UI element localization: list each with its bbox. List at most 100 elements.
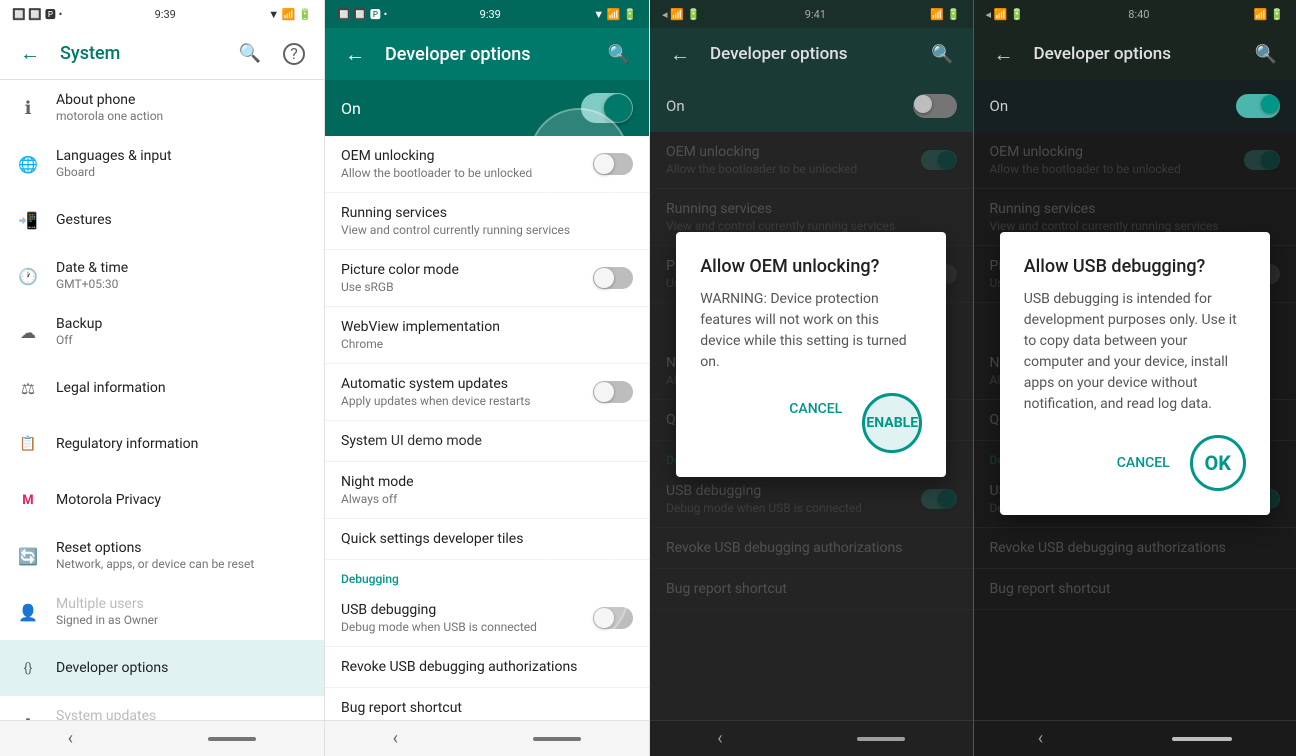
reset-title: Reset options <box>56 539 308 557</box>
status-right-3: 📶 🔋 <box>930 8 960 21</box>
usb-debugging-item[interactable]: USB debugging Debug mode when USB is con… <box>325 590 649 647</box>
dev-on-toggle[interactable] <box>581 93 633 123</box>
status-left-4: ◂ 📶 🔋 <box>986 8 1024 21</box>
usb-dialog-title: Allow USB debugging? <box>1024 256 1246 277</box>
search-button-3[interactable]: 🔍 <box>929 40 957 68</box>
status-right-icons: ▼ 📶 🔋 <box>268 8 312 21</box>
status-left-3: ◂ 📶 🔋 <box>662 8 700 21</box>
sidebar-item-system-updates[interactable]: ⬇ System updates Updated to Android 9 <box>0 696 324 720</box>
night-mode-item[interactable]: Night mode Always off <box>325 462 649 519</box>
status-bar-2: 🔲 🔲 🅿 • 9:39 ▼ 📶 🔋 <box>325 0 649 28</box>
picture-sub: Use sRGB <box>341 280 459 294</box>
nav-back-1[interactable]: ‹ <box>68 728 73 749</box>
app-bar-1: ← System 🔍 ? <box>0 28 324 80</box>
running-title: Running services <box>341 205 633 221</box>
ui-demo-item[interactable]: System UI demo mode <box>325 421 649 462</box>
status-right-4: 📶 🔋 <box>1254 8 1284 21</box>
back-icon-2: ← <box>345 42 365 67</box>
auto-sub: Apply updates when device restarts <box>341 394 530 408</box>
reset-icon: 🔄 <box>16 544 40 568</box>
sidebar-item-reset[interactable]: 🔄 Reset options Network, apps, or device… <box>0 528 324 584</box>
back-button-3[interactable]: ← <box>666 40 694 68</box>
back-button-1[interactable]: ← <box>16 40 44 68</box>
dev-on-row-3[interactable]: On <box>650 80 973 132</box>
webview-title: WebView implementation <box>341 319 633 335</box>
dev-on-label-4: On <box>990 97 1009 115</box>
status-left-2: 🔲 🔲 🅿 • <box>337 6 387 22</box>
nav-back-4[interactable]: ‹ <box>1038 728 1043 749</box>
backup-subtitle: Off <box>56 333 308 349</box>
search-button-2[interactable]: 🔍 <box>605 40 633 68</box>
nav-pill-2 <box>533 737 581 741</box>
search-icon-3: 🔍 <box>931 44 953 65</box>
running-services-item[interactable]: Running services View and control curren… <box>325 193 649 250</box>
nav-bar-2: ‹ <box>325 720 649 756</box>
search-button-1[interactable]: 🔍 <box>236 40 264 68</box>
gestures-title: Gestures <box>56 211 308 229</box>
usb-dialog-body: USB debugging is intended for developmen… <box>1024 289 1246 415</box>
oem-enable-btn[interactable]: Enable <box>862 393 922 453</box>
revoke-item[interactable]: Revoke USB debugging authorizations <box>325 647 649 688</box>
sidebar-item-about-phone[interactable]: ℹ About phone motorola one action <box>0 80 324 136</box>
dev-on-row-4[interactable]: On <box>974 80 1296 132</box>
app-bar-2: ← Developer options 🔍 <box>325 28 649 80</box>
oem-sub: Allow the bootloader to be unlocked <box>341 166 532 180</box>
oem-toggle[interactable] <box>593 153 633 175</box>
back-button-4[interactable]: ← <box>990 40 1018 68</box>
auto-updates-item[interactable]: Automatic system updates Apply updates w… <box>325 364 649 421</box>
quick-settings-item[interactable]: Quick settings developer tiles <box>325 519 649 560</box>
ui-demo-title: System UI demo mode <box>341 433 633 449</box>
nav-pill-1 <box>208 737 256 741</box>
sidebar-item-backup[interactable]: ☁ Backup Off <box>0 304 324 360</box>
datetime-subtitle: GMT+05:30 <box>56 277 308 293</box>
help-button-1[interactable]: ? <box>280 40 308 68</box>
usb-dialog-overlay: Allow USB debugging? USB debugging is in… <box>974 132 1296 720</box>
notification-icons: 🔲 🔲 🅿 • <box>12 6 62 22</box>
dev-on-toggle-3[interactable] <box>913 94 957 118</box>
settings-content-4: OEM unlocking Allow the bootloader to be… <box>974 132 1296 720</box>
sidebar-item-gestures[interactable]: 📲 Gestures <box>0 192 324 248</box>
sidebar-item-datetime[interactable]: 🕐 Date & time GMT+05:30 <box>0 248 324 304</box>
about-phone-subtitle: motorola one action <box>56 109 308 125</box>
nav-back-2[interactable]: ‹ <box>393 728 398 749</box>
picture-toggle[interactable] <box>593 267 633 289</box>
sidebar-item-regulatory[interactable]: 📋 Regulatory information <box>0 416 324 472</box>
night-mode-sub: Always off <box>341 492 633 506</box>
dev-on-toggle-4[interactable] <box>1236 94 1280 118</box>
oem-cancel-btn[interactable]: Cancel <box>777 393 854 453</box>
developer-options-panel-light: 🔲 🔲 🅿 • 9:39 ▼ 📶 🔋 ← Developer options 🔍… <box>325 0 650 756</box>
bug-report-item[interactable]: Bug report shortcut <box>325 688 649 720</box>
legal-icon: ⚖ <box>16 376 40 400</box>
reset-subtitle: Network, apps, or device can be reset <box>56 557 308 573</box>
auto-toggle[interactable] <box>593 381 633 403</box>
sidebar-item-multiple-users[interactable]: 👤 Multiple users Signed in as Owner <box>0 584 324 640</box>
picture-color-item[interactable]: Picture color mode Use sRGB <box>325 250 649 307</box>
settings-content-3: OEM unlocking Allow the bootloader to be… <box>650 132 973 720</box>
back-icon-3: ← <box>670 42 690 67</box>
nav-back-3[interactable]: ‹ <box>717 728 722 749</box>
sidebar-item-developer[interactable]: {} Developer options <box>0 640 324 696</box>
webview-item[interactable]: WebView implementation Chrome <box>325 307 649 364</box>
usb-ok-btn[interactable]: OK <box>1190 435 1246 491</box>
nav-bar-4: ‹ <box>974 720 1296 756</box>
search-button-4[interactable]: 🔍 <box>1252 40 1280 68</box>
datetime-title: Date & time <box>56 259 308 277</box>
datetime-icon: 🕐 <box>16 264 40 288</box>
back-button-2[interactable]: ← <box>341 40 369 68</box>
backup-icon: ☁ <box>16 320 40 344</box>
about-phone-title: About phone <box>56 91 308 109</box>
search-icon-2: 🔍 <box>608 44 630 65</box>
usb-toggle[interactable] <box>593 607 633 629</box>
users-title: Multiple users <box>56 595 308 613</box>
picture-title: Picture color mode <box>341 262 459 278</box>
status-bar-1: 🔲 🔲 🅿 • 9:39 ▼ 📶 🔋 <box>0 0 324 28</box>
sidebar-item-legal[interactable]: ⚖ Legal information <box>0 360 324 416</box>
nav-pill-3 <box>857 737 905 741</box>
sidebar-item-motorola-privacy[interactable]: M Motorola Privacy <box>0 472 324 528</box>
page-title-1: System <box>60 43 220 64</box>
status-left-icons: 🔲 🔲 🅿 • <box>12 6 62 22</box>
usb-cancel-btn[interactable]: Cancel <box>1105 447 1182 479</box>
oem-unlocking-item[interactable]: OEM unlocking Allow the bootloader to be… <box>325 136 649 193</box>
sidebar-item-languages[interactable]: 🌐 Languages & input Gboard <box>0 136 324 192</box>
dev-on-row[interactable]: On <box>325 80 649 136</box>
